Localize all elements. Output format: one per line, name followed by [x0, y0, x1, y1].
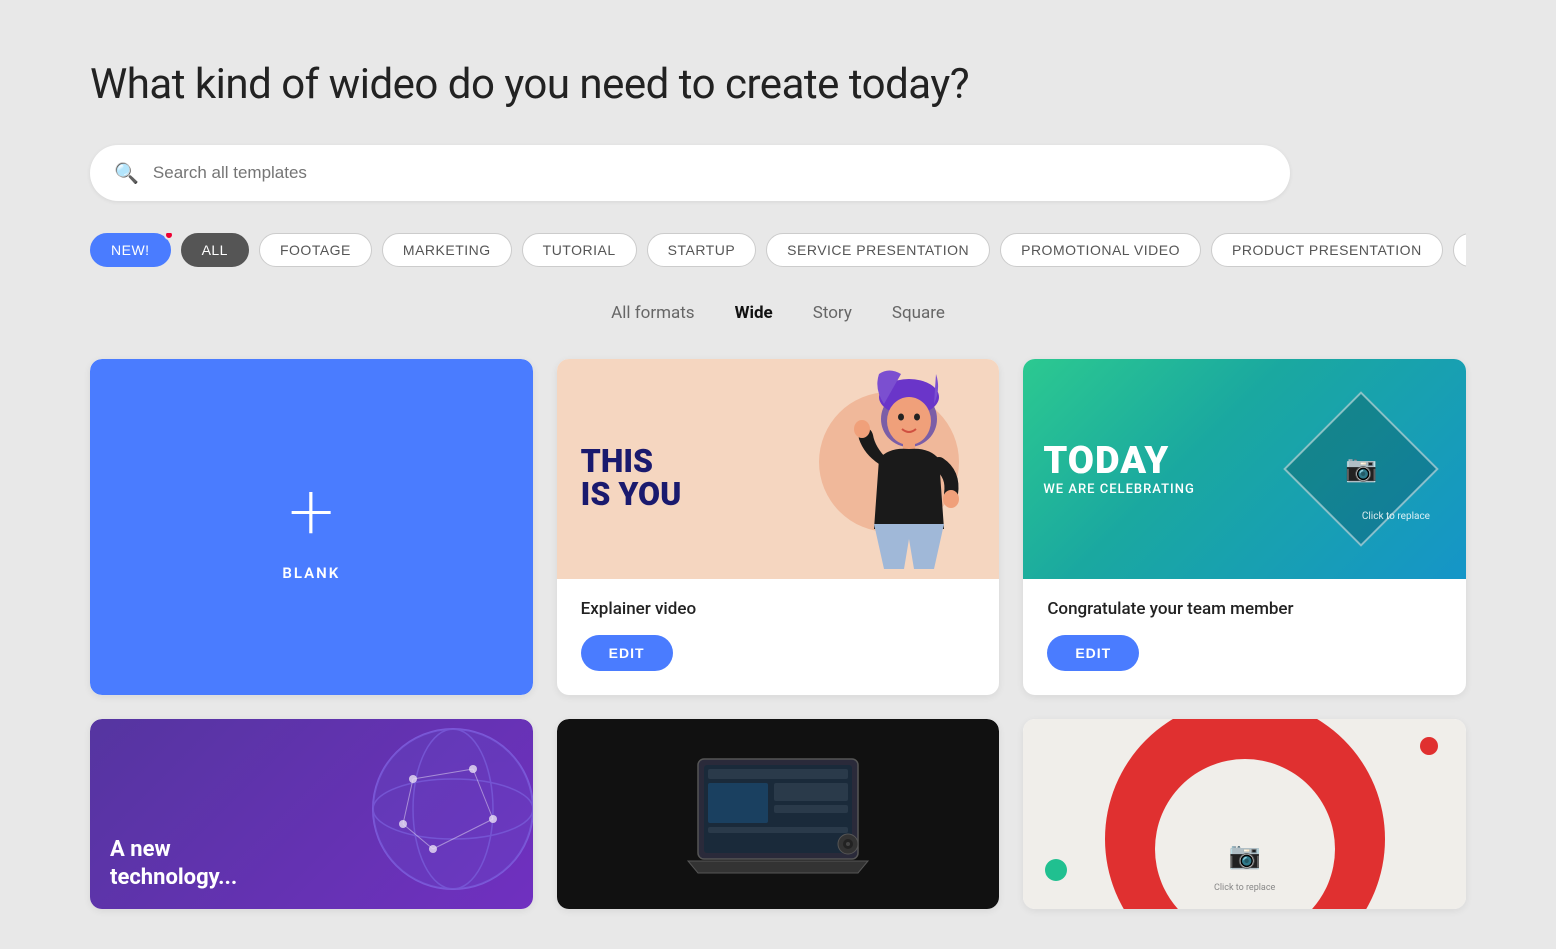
format-tabs: All formats Wide Story Square — [90, 303, 1466, 327]
search-input[interactable] — [153, 163, 1266, 183]
filter-promotional-video[interactable]: PROMOTIONAL VIDEO — [1000, 233, 1201, 267]
tab-wide[interactable]: Wide — [735, 303, 773, 327]
bottom-cards-grid: A newtechnology... — [90, 719, 1466, 909]
technology-thumb: A newtechnology... — [90, 719, 533, 909]
new-badge-dot — [164, 233, 174, 240]
screen-demo-card[interactable] — [557, 719, 1000, 909]
filter-footage[interactable]: FOOTAGE — [259, 233, 372, 267]
congratulate-card-body: Congratulate your team member EDIT — [1023, 579, 1466, 695]
camera-icon: 📷 — [1345, 454, 1377, 484]
filter-product-presentation-label: PRODUCT PRESENTATION — [1232, 242, 1422, 258]
arch-logo-card[interactable]: 📷 Click to replace — [1023, 719, 1466, 909]
globe-icon — [323, 719, 533, 909]
filter-footage-label: FOOTAGE — [280, 242, 351, 258]
filter-product-presentation[interactable]: PRODUCT PRESENTATION — [1211, 233, 1443, 267]
explainer-figure — [829, 359, 989, 579]
arch-red-dot — [1420, 737, 1438, 755]
tab-story[interactable]: Story — [813, 303, 852, 327]
screen-demo-thumb — [557, 719, 1000, 909]
filter-all[interactable]: ALL — [181, 233, 249, 267]
congratulate-edit-button[interactable]: EDIT — [1047, 635, 1139, 671]
technology-text: A newtechnology... — [110, 836, 237, 893]
congratulate-thumb: TODAY WE ARE CELEBRATING 📷 Click to repl… — [1023, 359, 1466, 579]
blank-card-inner[interactable]: + BLANK — [90, 359, 533, 695]
filter-service-presentation-label: SERVICE PRESENTATION — [787, 242, 969, 258]
filter-tutorial-label: TUTORIAL — [543, 242, 616, 258]
filter-startup-label: STARTUP — [668, 242, 736, 258]
filter-row: NEW! ALL FOOTAGE MARKETING TUTORIAL STAR… — [90, 233, 1466, 267]
explainer-edit-button[interactable]: EDIT — [581, 635, 673, 671]
page-container: What kind of wideo do you need to create… — [0, 0, 1556, 949]
filter-startup[interactable]: STARTUP — [647, 233, 757, 267]
congrat-diamond: 📷 — [1283, 391, 1439, 547]
search-icon: 🔍 — [114, 161, 139, 185]
tab-all-formats[interactable]: All formats — [611, 303, 694, 327]
filter-new-label: NEW! — [111, 242, 150, 258]
filter-explainer[interactable]: EXPLAINER — [1453, 233, 1466, 267]
arch-camera-icon: 📷 — [1228, 841, 1260, 871]
arch-logo-thumb: 📷 Click to replace — [1023, 719, 1466, 909]
congrat-celebrating-text: WE ARE CELEBRATING — [1043, 482, 1195, 497]
filter-new[interactable]: NEW! — [90, 233, 171, 267]
congrat-today-text: TODAY — [1043, 442, 1195, 480]
click-to-replace-text: Click to replace — [1362, 511, 1430, 522]
filter-service-presentation[interactable]: SERVICE PRESENTATION — [766, 233, 990, 267]
filter-all-label: ALL — [202, 242, 228, 258]
explainer-card-body: Explainer video EDIT — [557, 579, 1000, 695]
laptop-icon — [678, 739, 878, 889]
search-bar: 🔍 — [90, 145, 1290, 201]
explainer-card-title: Explainer video — [581, 599, 976, 619]
cards-grid: + BLANK THIS IS YOU — [90, 359, 1466, 695]
congrat-text-block: TODAY WE ARE CELEBRATING — [1043, 442, 1195, 497]
filter-marketing[interactable]: MARKETING — [382, 233, 512, 267]
page-title: What kind of wideo do you need to create… — [90, 60, 1466, 109]
filter-tutorial[interactable]: TUTORIAL — [522, 233, 637, 267]
explainer-text-block: THIS IS YOU — [581, 445, 682, 512]
technology-card[interactable]: A newtechnology... — [90, 719, 533, 909]
blank-card[interactable]: + BLANK — [90, 359, 533, 695]
explainer-is-you-text: IS YOU — [581, 477, 682, 512]
congratulate-card: TODAY WE ARE CELEBRATING 📷 Click to repl… — [1023, 359, 1466, 695]
blank-label: BLANK — [282, 564, 340, 582]
congratulate-card-title: Congratulate your team member — [1047, 599, 1442, 619]
explainer-this-text: THIS — [581, 445, 682, 477]
filter-promotional-video-label: PROMOTIONAL VIDEO — [1021, 242, 1180, 258]
explainer-video-card: THIS IS YOU — [557, 359, 1000, 695]
plus-icon: + — [289, 472, 334, 552]
tab-square[interactable]: Square — [892, 303, 945, 327]
arch-teal-dot — [1045, 859, 1067, 881]
arch-click-replace: Click to replace — [1214, 883, 1275, 893]
explainer-thumb: THIS IS YOU — [557, 359, 1000, 579]
filter-marketing-label: MARKETING — [403, 242, 491, 258]
